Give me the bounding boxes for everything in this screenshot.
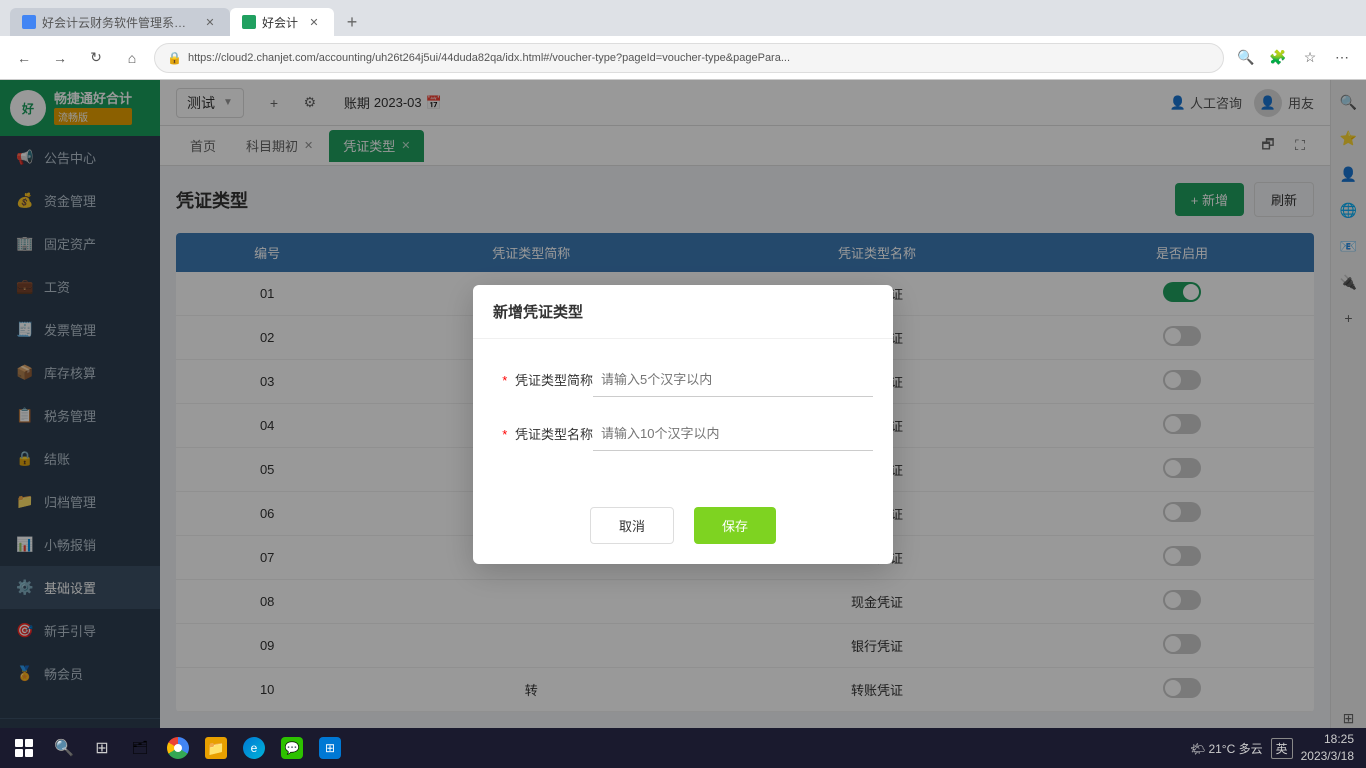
- taskbar-search-button[interactable]: 🔍: [46, 730, 82, 766]
- taskbar-language[interactable]: 英: [1271, 738, 1293, 759]
- dialog-body: * 凭证类型简称 * 凭证类型名称: [473, 339, 893, 495]
- browser-tab-1[interactable]: 好会计云财务软件管理系统_会计 ✕: [10, 8, 230, 36]
- tab-close-2[interactable]: ✕: [306, 14, 322, 30]
- taskbar-app-wechat[interactable]: 💬: [274, 730, 310, 766]
- taskbar-multitask-button[interactable]: ⊞: [84, 730, 120, 766]
- taskbar-app-files[interactable]: 🗂: [122, 730, 158, 766]
- address-input[interactable]: 🔒 https://cloud2.chanjet.com/accounting/…: [154, 43, 1224, 73]
- taskbar-app-files2[interactable]: 📁: [198, 730, 234, 766]
- abbr-input[interactable]: [593, 363, 873, 397]
- browser-settings-icon[interactable]: ⋯: [1328, 44, 1356, 72]
- name-input[interactable]: [593, 417, 873, 451]
- tab-bar: 好会计云财务软件管理系统_会计 ✕ 好会计 ✕ +: [0, 0, 1366, 36]
- home-button[interactable]: ⌂: [118, 44, 146, 72]
- dialog-overlay[interactable]: 新增凭证类型 * 凭证类型简称 * 凭证类型名称 取消 保存: [0, 80, 1366, 768]
- time-display: 18:25: [1301, 731, 1354, 748]
- address-bar: ← → ↻ ⌂ 🔒 https://cloud2.chanjet.com/acc…: [0, 36, 1366, 80]
- taskbar: 🔍 ⊞ 🗂 📁 e 💬 ⊞ 🌤 21°C 多云 英 18:25 2023/3/1…: [0, 728, 1366, 768]
- forward-button[interactable]: →: [46, 44, 74, 72]
- browser-search-icon[interactable]: 🔍: [1232, 44, 1260, 72]
- refresh-button[interactable]: ↻: [82, 44, 110, 72]
- tab-favicon-2: [242, 15, 256, 29]
- new-tab-button[interactable]: +: [338, 8, 366, 36]
- abbr-row: * 凭证类型简称: [493, 363, 873, 397]
- taskbar-app-edge[interactable]: e: [236, 730, 272, 766]
- tab-close-1[interactable]: ✕: [202, 14, 218, 30]
- lock-icon: 🔒: [167, 51, 182, 65]
- tab-title-2: 好会计: [262, 14, 298, 31]
- taskbar-time: 18:25 2023/3/18: [1301, 731, 1354, 765]
- abbr-required-star: *: [502, 373, 507, 388]
- name-label-text: 凭证类型名称: [515, 427, 593, 442]
- weather-info: 🌤 21°C 多云: [1190, 740, 1263, 757]
- dialog-title: 新增凭证类型: [493, 304, 583, 321]
- tab-favicon-1: [22, 15, 36, 29]
- taskbar-apps: 🗂 📁 e 💬 ⊞: [122, 730, 348, 766]
- windows-logo-icon: [15, 739, 33, 757]
- address-text: https://cloud2.chanjet.com/accounting/uh…: [188, 52, 790, 64]
- abbr-label: * 凭证类型简称: [493, 370, 593, 389]
- back-button[interactable]: ←: [10, 44, 38, 72]
- taskbar-right: 🌤 21°C 多云 英 18:25 2023/3/18: [1190, 731, 1362, 765]
- name-required-star: *: [502, 427, 507, 442]
- windows-start-button[interactable]: [4, 730, 44, 766]
- browser-favorites-icon[interactable]: ☆: [1296, 44, 1324, 72]
- dialog-header: 新增凭证类型: [473, 285, 893, 339]
- abbr-label-text: 凭证类型简称: [515, 373, 593, 388]
- dialog-footer: 取消 保存: [473, 495, 893, 564]
- new-voucher-dialog: 新增凭证类型 * 凭证类型简称 * 凭证类型名称 取消 保存: [473, 285, 893, 564]
- name-row: * 凭证类型名称: [493, 417, 873, 451]
- tab-title-1: 好会计云财务软件管理系统_会计: [42, 14, 194, 31]
- cancel-button[interactable]: 取消: [590, 507, 674, 544]
- name-label: * 凭证类型名称: [493, 424, 593, 443]
- taskbar-app-store[interactable]: ⊞: [312, 730, 348, 766]
- browser-extensions-icon[interactable]: 🧩: [1264, 44, 1292, 72]
- browser-tab-2[interactable]: 好会计 ✕: [230, 8, 334, 36]
- browser-chrome: 好会计云财务软件管理系统_会计 ✕ 好会计 ✕ + ← → ↻ ⌂ 🔒 http…: [0, 0, 1366, 80]
- taskbar-app-chrome[interactable]: [160, 730, 196, 766]
- browser-right-icons: 🔍 🧩 ☆ ⋯: [1232, 44, 1356, 72]
- save-button[interactable]: 保存: [694, 507, 776, 544]
- date-display: 2023/3/18: [1301, 748, 1354, 765]
